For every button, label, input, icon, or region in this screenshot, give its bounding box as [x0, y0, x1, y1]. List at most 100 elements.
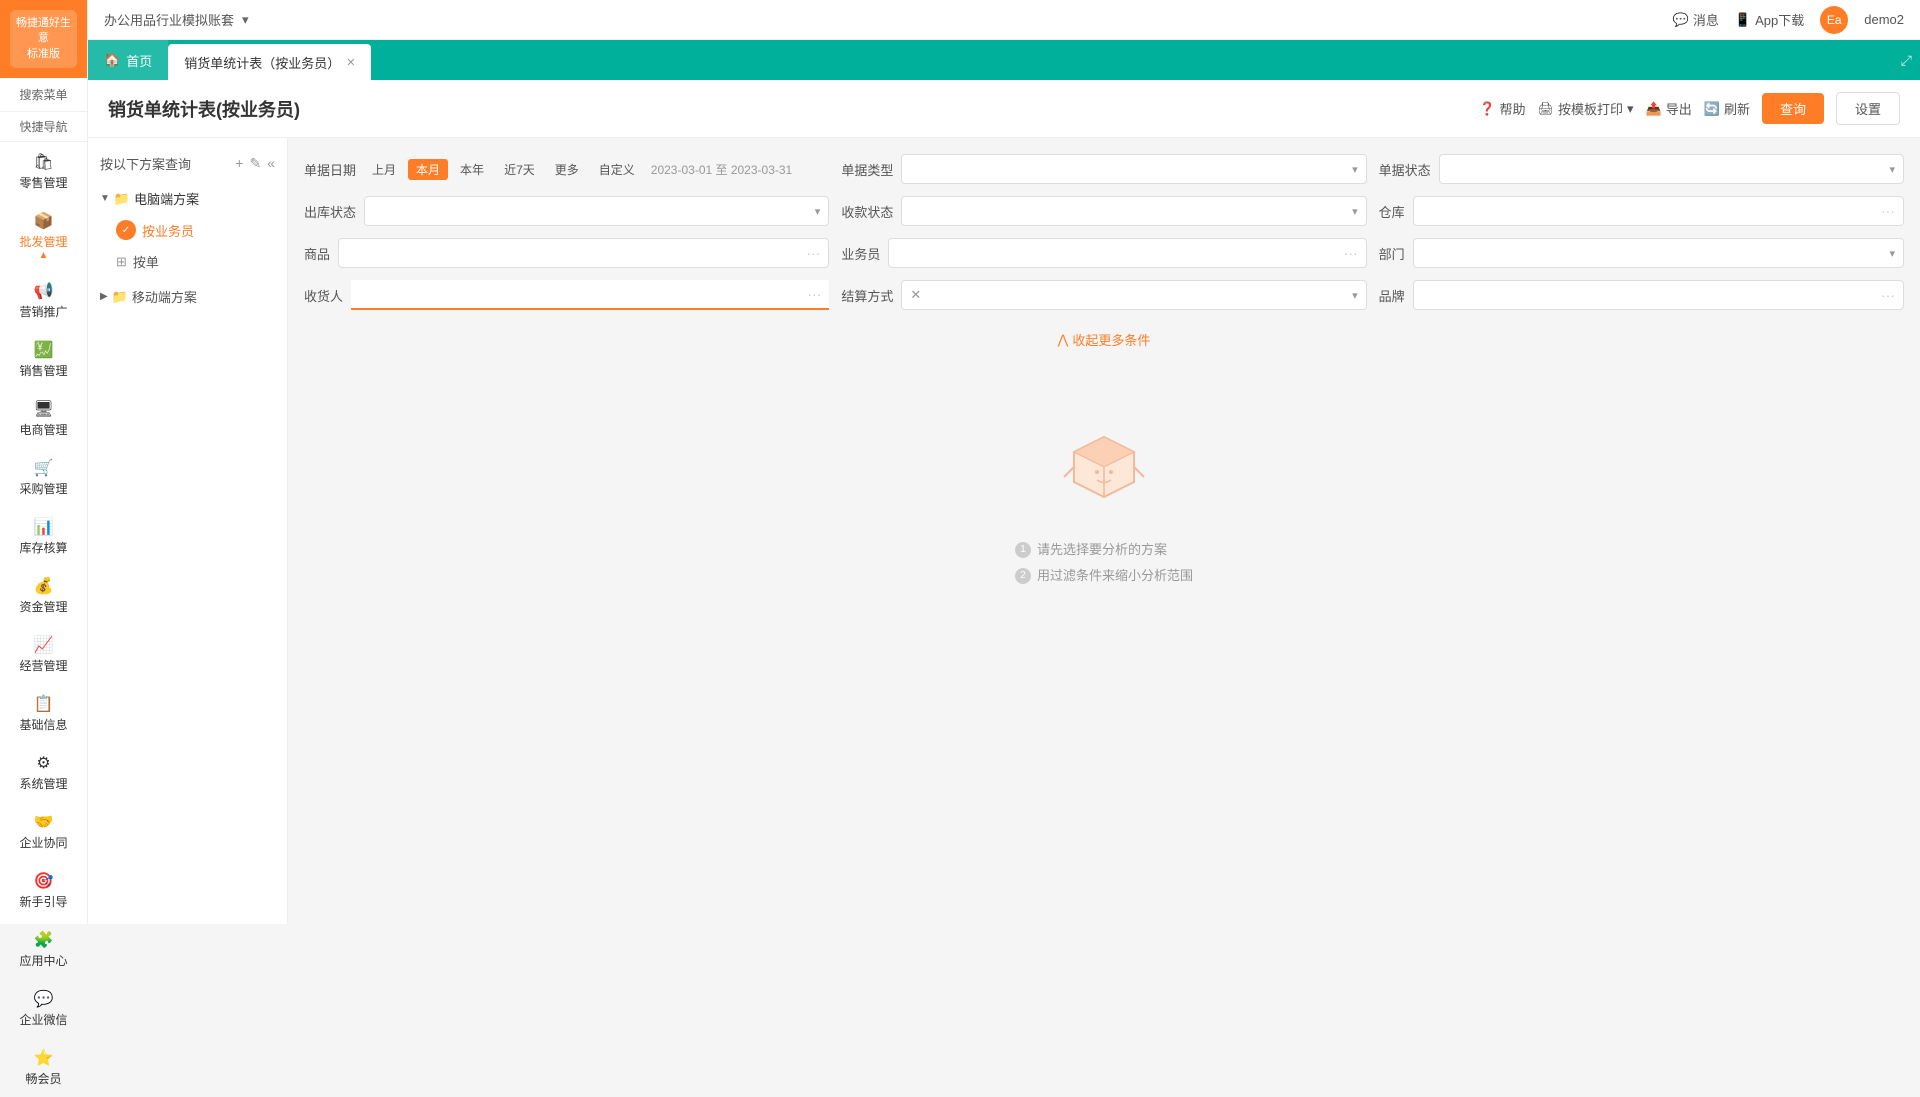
refresh-btn[interactable]: 🔄 刷新: [1704, 99, 1750, 118]
sidebar-item-sales[interactable]: 💹 销售管理: [0, 330, 87, 389]
goods-select[interactable]: ···: [338, 238, 829, 268]
sidebar-item-wechat[interactable]: 💬 企业微信: [0, 979, 87, 1038]
date-tab-this-year[interactable]: 本年: [452, 159, 492, 180]
sidebar-quicknav[interactable]: 快捷导航: [0, 112, 87, 142]
logo[interactable]: 畅捷通好生意 标准版: [0, 0, 87, 78]
warehouse-select[interactable]: ···: [1413, 196, 1904, 226]
tabbar: 🏠 首页 销货单统计表（按业务员） ✕ ⤢: [88, 40, 1920, 80]
sidebar-search[interactable]: 搜索菜单: [0, 78, 87, 112]
filter-department: 部门 ▾: [1379, 238, 1904, 268]
sidebar-item-ecommerce[interactable]: 🖥 电商管理: [0, 389, 87, 448]
out-status-arrow: ▾: [815, 205, 821, 218]
sidebar-item-enterprise[interactable]: 🤝 企业协同: [0, 802, 87, 861]
tree-arrow-mobile: ▶: [100, 291, 108, 302]
receipt-status-label: 收款状态: [841, 202, 893, 221]
department-arrow: ▾: [1889, 247, 1895, 260]
sidebar-item-finance[interactable]: 💰 资金管理: [0, 566, 87, 625]
sidebar-item-inventory[interactable]: 📊 库存核算: [0, 507, 87, 566]
tree-item-by-salesman[interactable]: ✓ 按业务员: [116, 214, 287, 246]
sidebar-item-label-system: 系统管理: [4, 775, 83, 792]
wholesale-icon: 📦: [4, 211, 83, 231]
left-panel-actions: + ✎ «: [235, 155, 275, 172]
query-btn[interactable]: 查询: [1762, 93, 1824, 124]
app-download-label: App下载: [1755, 10, 1804, 29]
help-btn[interactable]: ❓ 帮助: [1479, 99, 1525, 118]
date-tab-last7[interactable]: 近7天: [496, 159, 543, 180]
add-scheme-btn[interactable]: +: [235, 155, 243, 172]
filter-row-1: 单据日期 上月 本月 本年 近7天 更多 自定义 2023-03-01 至 20…: [304, 154, 1904, 184]
sidebar-item-retail[interactable]: 🛍 零售管理: [0, 142, 87, 201]
home-icon: 🏠: [104, 52, 120, 68]
settlement-label: 结算方式: [841, 286, 893, 305]
tab-sales-stat[interactable]: 销货单统计表（按业务员） ✕: [168, 44, 371, 80]
print-dropdown-icon: ▾: [1627, 101, 1634, 117]
out-status-select[interactable]: ▾: [364, 196, 829, 226]
collapse-btn[interactable]: ⋀ 收起更多条件: [1058, 330, 1151, 349]
export-btn[interactable]: 📤 导出: [1646, 99, 1692, 118]
date-tab-more[interactable]: 更多: [547, 159, 587, 180]
date-tab-this-month[interactable]: 本月: [408, 159, 448, 180]
sidebar-item-label-basic: 基础信息: [4, 716, 83, 733]
empty-illustration: [1054, 417, 1154, 517]
export-label: 导出: [1666, 99, 1692, 118]
sidebar-item-operation[interactable]: 📈 经营管理: [0, 625, 87, 684]
date-tab-last-month[interactable]: 上月: [364, 159, 404, 180]
settlement-select[interactable]: ✕ ▾: [901, 280, 1366, 310]
filter-brand: 品牌 ···: [1379, 280, 1904, 310]
tree-desktop-label: 电脑端方案: [134, 189, 199, 208]
sidebar-item-member[interactable]: ⭐ 畅会员: [0, 1038, 87, 1097]
date-tab-custom[interactable]: 自定义: [591, 159, 643, 180]
tree-folder-icon-desktop: 📁: [114, 191, 130, 207]
print-btn[interactable]: 🖨 按模板打印 ▾: [1538, 99, 1634, 118]
goods-dots: ···: [806, 245, 820, 261]
page-header: 销货单统计表(按业务员) ❓ 帮助 🖨 按模板打印 ▾ 📤 导出 🔄 刷新: [88, 80, 1920, 138]
settings-btn[interactable]: 设置: [1836, 92, 1900, 125]
tree-desktop-children: ✓ 按业务员 ⊞ 按单: [88, 214, 287, 277]
consignee-input[interactable]: ···: [351, 280, 829, 310]
date-label: 单据日期: [304, 160, 356, 179]
user-avatar[interactable]: Ea: [1820, 6, 1848, 34]
tab-close-btn[interactable]: ✕: [346, 56, 355, 69]
settlement-clear[interactable]: ✕: [910, 287, 921, 303]
edit-scheme-btn[interactable]: ✎: [249, 155, 261, 172]
sidebar-item-label-finance: 资金管理: [4, 598, 83, 615]
main-area: 办公用品行业模拟账套 ▾ 💬 消息 📱 App下载 Ea demo2 🏠 首页 …: [88, 0, 1920, 924]
inner-layout: 按以下方案查询 + ✎ « ▼ 📁 电脑端方案 ✓: [88, 138, 1920, 924]
tab-home[interactable]: 🏠 首页: [88, 40, 168, 80]
bill-status-arrow: ▾: [1889, 163, 1895, 176]
tree-desktop-title[interactable]: ▼ 📁 电脑端方案: [88, 183, 287, 214]
tab-expand-btn[interactable]: ⤢: [1893, 52, 1920, 69]
receipt-status-select[interactable]: ▾: [901, 196, 1366, 226]
message-btn[interactable]: 💬 消息: [1673, 10, 1719, 29]
salesman-label: 业务员: [841, 244, 880, 263]
sales-icon: 💹: [4, 340, 83, 360]
brand-select[interactable]: ···: [1413, 280, 1904, 310]
goods-label: 商品: [304, 244, 330, 263]
sidebar-item-basic[interactable]: 📋 基础信息: [0, 684, 87, 743]
app-dropdown[interactable]: ▾: [242, 12, 249, 28]
brand-label: 品牌: [1379, 286, 1405, 305]
tree-mobile-title[interactable]: ▶ 📁 移动端方案: [88, 281, 287, 312]
print-label: 按模板打印: [1558, 99, 1623, 118]
receipt-status-arrow: ▾: [1352, 205, 1358, 218]
refresh-label: 刷新: [1724, 99, 1750, 118]
bill-type-select[interactable]: ▾: [901, 154, 1366, 184]
bill-status-select[interactable]: ▾: [1439, 154, 1904, 184]
sidebar-item-marketing[interactable]: 📢 营销推广: [0, 271, 87, 330]
collapse-panel-btn[interactable]: «: [267, 155, 275, 172]
app-download-btn[interactable]: 📱 App下载: [1735, 10, 1804, 29]
sidebar-item-wholesale[interactable]: 📦 批发管理 ▲: [0, 201, 87, 271]
department-select[interactable]: ▾: [1413, 238, 1904, 268]
topbar: 办公用品行业模拟账套 ▾ 💬 消息 📱 App下载 Ea demo2: [88, 0, 1920, 40]
settlement-arrow: ▾: [1352, 289, 1358, 302]
sidebar-item-label-wechat: 企业微信: [4, 1011, 83, 1028]
sidebar-item-system[interactable]: ⚙ 系统管理: [0, 743, 87, 802]
sidebar-item-purchase[interactable]: 🛒 采购管理: [0, 448, 87, 507]
logo-text: 畅捷通好生意: [14, 16, 73, 47]
tree-item-by-order[interactable]: ⊞ 按单: [116, 246, 287, 277]
system-icon: ⚙: [4, 753, 83, 773]
salesman-select[interactable]: ···: [888, 238, 1366, 268]
sidebar-item-newbie[interactable]: 🎯 新手引导: [0, 861, 87, 920]
sidebar-item-appstore[interactable]: 🧩 应用中心: [0, 920, 87, 979]
member-icon: ⭐: [4, 1048, 83, 1068]
